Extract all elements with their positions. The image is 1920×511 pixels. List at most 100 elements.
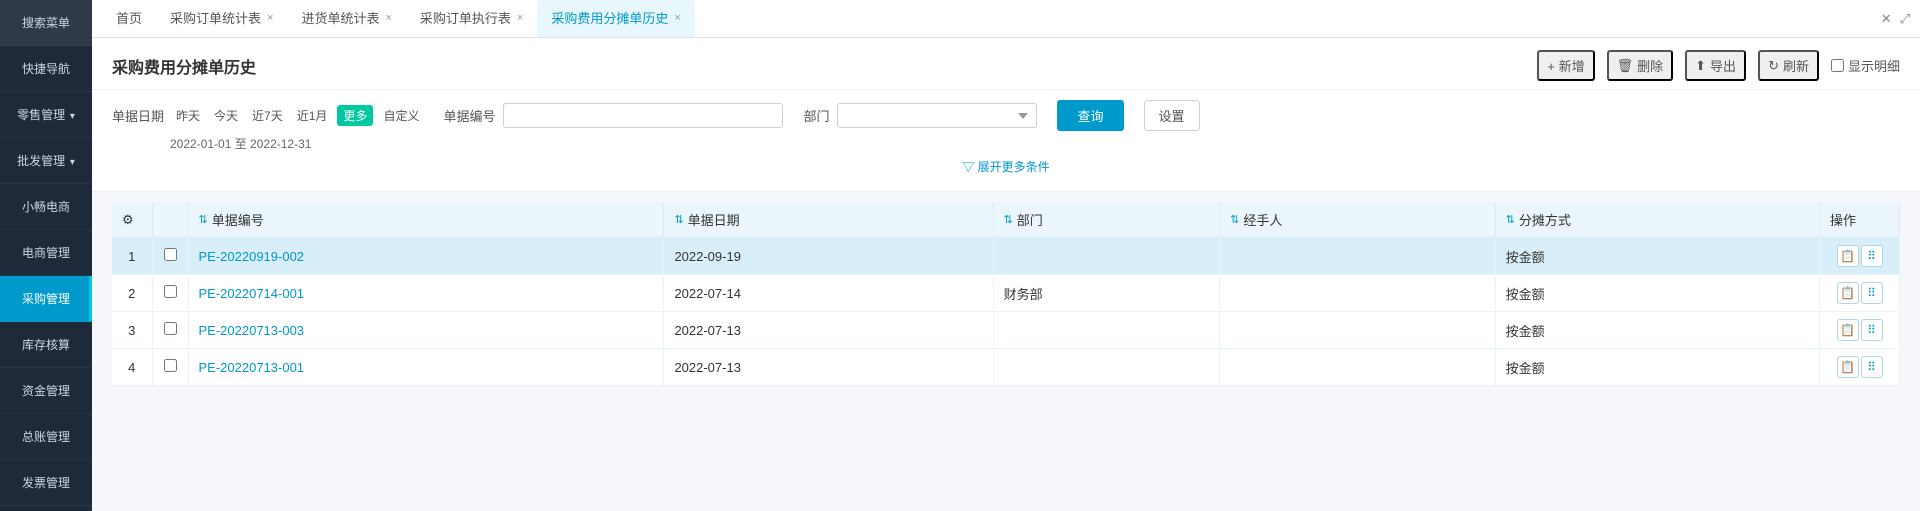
tab-label: 采购费用分摊单历史 — [551, 8, 668, 27]
edit-icon[interactable]: 📋 — [1837, 282, 1859, 304]
date-opt-today[interactable]: 今天 — [210, 105, 242, 126]
table-body: 1PE-20220919-0022022-09-19按金额📋⠿2PE-20220… — [112, 238, 1900, 386]
expand-more-button[interactable]: ▽ 展开更多条件 — [112, 152, 1900, 181]
date-opt-yesterday[interactable]: 昨天 — [172, 105, 204, 126]
dept-select[interactable] — [837, 103, 1037, 128]
date-range-display: 2022-01-01 至 2022-12-31 — [170, 137, 311, 151]
main-area: 首页采购订单统计表×进货单统计表×采购订单执行表×采购费用分摊单历史× ✕ ⤢ … — [92, 0, 1920, 511]
sidebar-item-search[interactable]: 搜索菜单 — [0, 0, 92, 46]
cell-handler — [1220, 349, 1495, 386]
cell-split-method: 按金额 — [1495, 349, 1819, 386]
cell-dept: 财务部 — [993, 275, 1220, 312]
tab-close-icon[interactable]: × — [385, 12, 391, 24]
header-actions: + 新增 🗑 删除 ⬆ 导出 ↻ 刷新 显示明细 — [1537, 50, 1900, 81]
tab-home[interactable]: 首页 — [102, 0, 156, 37]
tab-purchase-cost-history[interactable]: 采购费用分摊单历史 × — [537, 0, 694, 37]
cell-order-date: 2022-07-14 — [664, 275, 993, 312]
tab-close-icon[interactable]: × — [674, 12, 680, 24]
export-button[interactable]: ⬆ 导出 — [1685, 50, 1746, 81]
tab-purchase-order-exec[interactable]: 采购订单执行表× — [406, 0, 537, 37]
th-dept[interactable]: ⇅部门 — [993, 202, 1220, 238]
cell-order-date: 2022-07-13 — [664, 312, 993, 349]
cell-order-date: 2022-07-13 — [664, 349, 993, 386]
date-opt-1month[interactable]: 近1月 — [293, 105, 332, 126]
order-num-link[interactable]: PE-20220919-002 — [199, 249, 305, 264]
sidebar: 搜索菜单快捷导航零售管理 ▾批发管理 ▾小畅电商电商管理采购管理库存核算资金管理… — [0, 0, 92, 511]
th-order-date[interactable]: ⇅单据日期 — [664, 202, 993, 238]
order-num-input[interactable] — [503, 103, 783, 128]
edit-icon[interactable]: 📋 — [1837, 319, 1859, 341]
cell-handler — [1220, 238, 1495, 275]
cell-handler — [1220, 275, 1495, 312]
maximize-window-icon[interactable]: ⤢ — [1900, 11, 1910, 27]
sidebar-item-finance[interactable]: 资金管理 — [0, 368, 92, 414]
cell-handler — [1220, 312, 1495, 349]
cell-seq: 4 — [112, 349, 152, 386]
cell-order-num[interactable]: PE-20220713-003 — [188, 312, 664, 349]
sidebar-item-small-shop[interactable]: 小畅电商 — [0, 184, 92, 230]
edit-icon[interactable]: 📋 — [1837, 245, 1859, 267]
order-num-label: 单据编号 — [443, 106, 495, 125]
order-num-link[interactable]: PE-20220713-003 — [199, 323, 305, 338]
order-num-link[interactable]: PE-20220714-001 — [199, 286, 305, 301]
th-order-num[interactable]: ⇅单据编号 — [188, 202, 664, 238]
date-opt-7days[interactable]: 近7天 — [248, 105, 287, 126]
close-window-icon[interactable]: ✕ — [1881, 11, 1892, 27]
more-icon[interactable]: ⠿ — [1861, 356, 1883, 378]
edit-icon[interactable]: 📋 — [1837, 356, 1859, 378]
table-header: ⚙ ⇅单据编号 ⇅单据日期 ⇅部门 ⇅经手人 ⇅分摊方式 操作 — [112, 202, 1900, 238]
th-handler[interactable]: ⇅经手人 — [1220, 202, 1495, 238]
tab-purchase-order-stats[interactable]: 采购订单统计表× — [156, 0, 287, 37]
cell-actions: 📋⠿ — [1820, 275, 1900, 312]
order-num-link[interactable]: PE-20220713-001 — [199, 360, 305, 375]
sidebar-item-accounting[interactable]: 总账管理 — [0, 414, 92, 460]
cell-order-date: 2022-09-19 — [664, 238, 993, 275]
sidebar-item-quick-nav[interactable]: 快捷导航 — [0, 46, 92, 92]
page-title: 采购费用分摊单历史 — [112, 54, 256, 78]
sidebar-item-ecommerce[interactable]: 电商管理 — [0, 230, 92, 276]
order-num-filter-group: 单据编号 — [443, 103, 783, 128]
cell-order-num[interactable]: PE-20220714-001 — [188, 275, 664, 312]
chevron-down-icon: ▾ — [67, 157, 75, 168]
tab-bar: 首页采购订单统计表×进货单统计表×采购订单执行表×采购费用分摊单历史× ✕ ⤢ — [92, 0, 1920, 38]
th-setting[interactable]: ⚙ — [112, 202, 152, 238]
tab-label: 进货单统计表 — [301, 8, 379, 27]
table-area: ⚙ ⇅单据编号 ⇅单据日期 ⇅部门 ⇅经手人 ⇅分摊方式 操作 1PE-2022… — [92, 192, 1920, 511]
cell-actions: 📋⠿ — [1820, 238, 1900, 275]
th-split-method[interactable]: ⇅分摊方式 — [1495, 202, 1819, 238]
date-options: 昨天 今天 近7天 近1月 更多 自定义 — [172, 105, 423, 126]
sidebar-item-invoice[interactable]: 发票管理 — [0, 460, 92, 506]
settings-button[interactable]: 设置 — [1144, 100, 1200, 131]
delete-button[interactable]: 🗑 删除 — [1607, 50, 1674, 81]
date-opt-custom[interactable]: 自定义 — [379, 105, 423, 126]
sidebar-item-purchase[interactable]: 采购管理 — [0, 276, 92, 322]
filter-area: 单据日期 昨天 今天 近7天 近1月 更多 自定义 单据编号 — [92, 90, 1920, 192]
table-row: 2PE-20220714-0012022-07-14财务部按金额📋⠿ — [112, 275, 1900, 312]
sidebar-item-retail[interactable]: 零售管理 ▾ — [0, 92, 92, 138]
date-filter-group: 单据日期 昨天 今天 近7天 近1月 更多 自定义 — [112, 105, 423, 126]
tab-close-icon[interactable]: × — [517, 12, 523, 24]
tab-close-icon[interactable]: × — [267, 12, 273, 24]
tab-bar-actions: ✕ ⤢ — [1881, 11, 1910, 27]
query-button[interactable]: 查询 — [1057, 100, 1123, 131]
table-row: 4PE-20220713-0012022-07-13按金额📋⠿ — [112, 349, 1900, 386]
cell-checkbox[interactable] — [152, 275, 188, 312]
cell-checkbox[interactable] — [152, 349, 188, 386]
cell-dept — [993, 238, 1220, 275]
cell-order-num[interactable]: PE-20220919-002 — [188, 238, 664, 275]
date-opt-more[interactable]: 更多 — [337, 105, 373, 126]
cell-checkbox[interactable] — [152, 312, 188, 349]
show-detail-checkbox[interactable]: 显示明细 — [1831, 56, 1900, 75]
tab-goods-stats[interactable]: 进货单统计表 × — [287, 0, 405, 37]
more-icon[interactable]: ⠿ — [1861, 245, 1883, 267]
data-table: ⚙ ⇅单据编号 ⇅单据日期 ⇅部门 ⇅经手人 ⇅分摊方式 操作 1PE-2022… — [112, 202, 1900, 386]
add-button[interactable]: + 新增 — [1537, 50, 1594, 81]
more-icon[interactable]: ⠿ — [1861, 319, 1883, 341]
cell-actions: 📋⠿ — [1820, 349, 1900, 386]
cell-order-num[interactable]: PE-20220713-001 — [188, 349, 664, 386]
sidebar-item-wholesale[interactable]: 批发管理 ▾ — [0, 138, 92, 184]
more-icon[interactable]: ⠿ — [1861, 282, 1883, 304]
sidebar-item-inventory[interactable]: 库存核算 — [0, 322, 92, 368]
refresh-button[interactable]: ↻ 刷新 — [1758, 50, 1819, 81]
cell-checkbox[interactable] — [152, 238, 188, 275]
